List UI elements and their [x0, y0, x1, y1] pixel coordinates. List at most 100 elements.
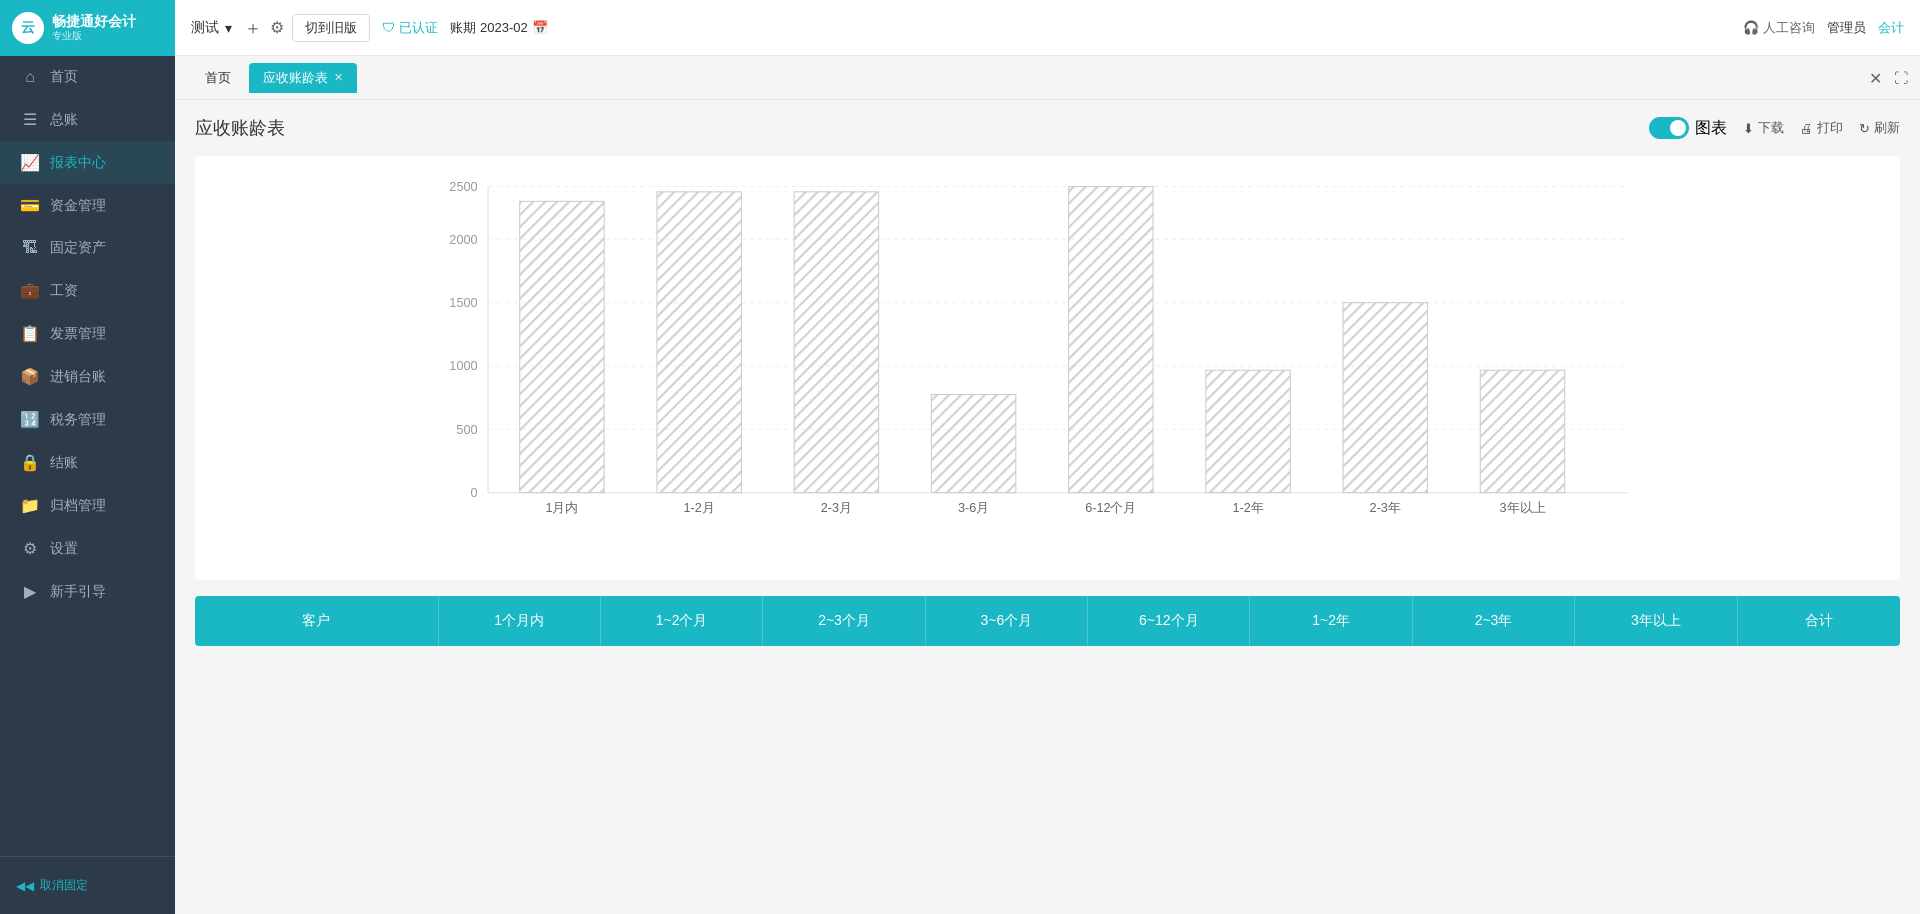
role-label[interactable]: 会计 — [1878, 19, 1904, 37]
sidebar-item-home[interactable]: ⌂ 首页 — [0, 56, 175, 98]
page-title: 应收账龄表 — [195, 116, 285, 140]
bar-2-3月 — [794, 192, 878, 493]
tab-close-icon[interactable]: ✕ — [334, 71, 343, 84]
tab-home-label: 首页 — [205, 69, 231, 87]
table-header-cell: 1~2年 — [1250, 596, 1412, 646]
salary-icon: 💼 — [20, 281, 40, 300]
sidebar-item-guide[interactable]: ▶ 新手引导 — [0, 570, 175, 613]
user-label[interactable]: 管理员 — [1827, 19, 1866, 37]
purchase-icon: 📦 — [20, 367, 40, 386]
verified-badge: 🛡 已认证 — [382, 19, 438, 37]
sidebar-item-purchase[interactable]: 📦 进销台账 — [0, 355, 175, 398]
svg-text:0: 0 — [470, 486, 477, 500]
refresh-button[interactable]: ↻ 刷新 — [1859, 119, 1900, 137]
sidebar: 云 畅捷通好会计 专业版 ⌂ 首页 ☰ 总账 📈 报表中心 💳 资金管理 🏗 固… — [0, 0, 175, 914]
sidebar-bottom: ◀◀ 取消固定 — [0, 856, 175, 914]
bar-1-2月 — [657, 192, 741, 493]
svg-text:2000: 2000 — [449, 233, 477, 247]
calendar-icon[interactable]: 📅 — [532, 20, 548, 35]
home-icon: ⌂ — [20, 68, 40, 86]
tabbar: 首页 应收账龄表 ✕ ✕ ⛶ — [175, 56, 1920, 100]
settings-icon[interactable]: ⚙ — [270, 18, 284, 37]
sidebar-item-report[interactable]: 📈 报表中心 — [0, 141, 175, 184]
topbar: 测试 ▾ ＋ ⚙ 切到旧版 🛡 已认证 账期 2023-02 📅 🎧 人工咨询 … — [175, 0, 1920, 56]
cancel-fixed-button[interactable]: ◀◀ 取消固定 — [0, 867, 175, 904]
company-name: 测试 — [191, 19, 219, 37]
expand-icon[interactable]: ⛶ — [1894, 70, 1908, 86]
chart-container: 0 500 1000 1500 2000 2500 1月内 — [195, 156, 1900, 580]
sidebar-item-salary[interactable]: 💼 工资 — [0, 269, 175, 312]
close-icon: 🔒 — [20, 453, 40, 472]
shield-icon: 🛡 — [382, 20, 395, 35]
svg-text:2500: 2500 — [449, 180, 477, 194]
sidebar-item-invoice[interactable]: 📋 发票管理 — [0, 312, 175, 355]
sidebar-item-fund[interactable]: 💳 资金管理 — [0, 184, 175, 227]
table-header: 客户1个月内1~2个月2~3个月3~6个月6~12个月1~2年2~3年3年以上合… — [195, 596, 1900, 646]
sidebar-item-label-close: 结账 — [50, 454, 78, 472]
svg-text:1-2月: 1-2月 — [684, 501, 715, 515]
sidebar-item-tax[interactable]: 🔢 税务管理 — [0, 398, 175, 441]
bar-3-6月 — [931, 395, 1015, 493]
service-button[interactable]: 🎧 人工咨询 — [1743, 19, 1815, 37]
archive-icon: 📁 — [20, 496, 40, 515]
topbar-right: 🎧 人工咨询 管理员 会计 — [1743, 19, 1904, 37]
svg-text:1月内: 1月内 — [545, 501, 578, 515]
bar-6-12月 — [1069, 187, 1153, 493]
table-header-cell: 2~3年 — [1413, 596, 1575, 646]
add-icon[interactable]: ＋ — [244, 16, 262, 40]
chevron-down-icon: ▾ — [225, 20, 232, 36]
asset-icon: 🏗 — [20, 239, 40, 257]
table-header-cell: 3~6个月 — [926, 596, 1088, 646]
sidebar-nav: ⌂ 首页 ☰ 总账 📈 报表中心 💳 资金管理 🏗 固定资产 💼 工资 📋 发票… — [0, 56, 175, 856]
sidebar-item-label-purchase: 进销台账 — [50, 368, 106, 386]
topbar-actions: ＋ ⚙ 切到旧版 — [244, 14, 370, 42]
company-selector[interactable]: 测试 ▾ — [191, 19, 232, 37]
table-header-cell: 客户 — [195, 596, 439, 646]
sidebar-item-label-invoice: 发票管理 — [50, 325, 106, 343]
sidebar-item-settings[interactable]: ⚙ 设置 — [0, 527, 175, 570]
sidebar-logo: 云 畅捷通好会计 专业版 — [0, 0, 175, 56]
print-icon: 🖨 — [1800, 121, 1813, 136]
main-area: 测试 ▾ ＋ ⚙ 切到旧版 🛡 已认证 账期 2023-02 📅 🎧 人工咨询 … — [175, 0, 1920, 914]
bar-1月内 — [520, 201, 604, 492]
sidebar-item-ledger[interactable]: ☰ 总账 — [0, 98, 175, 141]
headset-icon: 🎧 — [1743, 20, 1759, 35]
close-window-icon[interactable]: ✕ — [1869, 69, 1882, 88]
sidebar-item-label-report: 报表中心 — [50, 154, 106, 172]
window-controls: ✕ ⛶ — [1857, 56, 1920, 100]
settings-icon: ⚙ — [20, 539, 40, 558]
logo-icon: 云 — [12, 12, 44, 44]
table-header-cell: 1~2个月 — [601, 596, 763, 646]
table-header-cell: 6~12个月 — [1088, 596, 1250, 646]
sidebar-item-label-tax: 税务管理 — [50, 411, 106, 429]
download-button[interactable]: ⬇ 下载 — [1743, 119, 1784, 137]
sidebar-item-archive[interactable]: 📁 归档管理 — [0, 484, 175, 527]
svg-text:1000: 1000 — [449, 359, 477, 373]
tab-aging[interactable]: 应收账龄表 ✕ — [249, 63, 357, 93]
bar-3年以上 — [1480, 370, 1564, 492]
svg-text:1500: 1500 — [449, 296, 477, 310]
table-container: 客户1个月内1~2个月2~3个月3~6个月6~12个月1~2年2~3年3年以上合… — [195, 596, 1900, 646]
download-icon: ⬇ — [1743, 121, 1754, 136]
sidebar-item-label-fund: 资金管理 — [50, 197, 106, 215]
refresh-icon: ↻ — [1859, 121, 1870, 136]
sidebar-item-label-ledger: 总账 — [50, 111, 78, 129]
logo-text: 畅捷通好会计 专业版 — [52, 13, 136, 44]
tab-home[interactable]: 首页 — [191, 63, 245, 93]
sidebar-item-label-archive: 归档管理 — [50, 497, 106, 515]
chart-toggle-container: 图表 — [1649, 117, 1727, 139]
sidebar-item-label-asset: 固定资产 — [50, 239, 106, 257]
sidebar-item-asset[interactable]: 🏗 固定资产 — [0, 227, 175, 269]
report-icon: 📈 — [20, 153, 40, 172]
chart-toggle[interactable] — [1649, 117, 1689, 139]
page-header: 应收账龄表 图表 ⬇ 下载 🖨 打印 ↻ — [195, 116, 1900, 140]
switch-version-button[interactable]: 切到旧版 — [292, 14, 370, 42]
fund-icon: 💳 — [20, 196, 40, 215]
svg-text:1-2年: 1-2年 — [1232, 501, 1263, 515]
sidebar-item-close[interactable]: 🔒 结账 — [0, 441, 175, 484]
pin-icon: ◀◀ — [16, 879, 34, 893]
print-button[interactable]: 🖨 打印 — [1800, 119, 1843, 137]
svg-text:2-3年: 2-3年 — [1370, 501, 1401, 515]
table-header-cell: 1个月内 — [439, 596, 601, 646]
bar-2-3年 — [1343, 303, 1427, 493]
